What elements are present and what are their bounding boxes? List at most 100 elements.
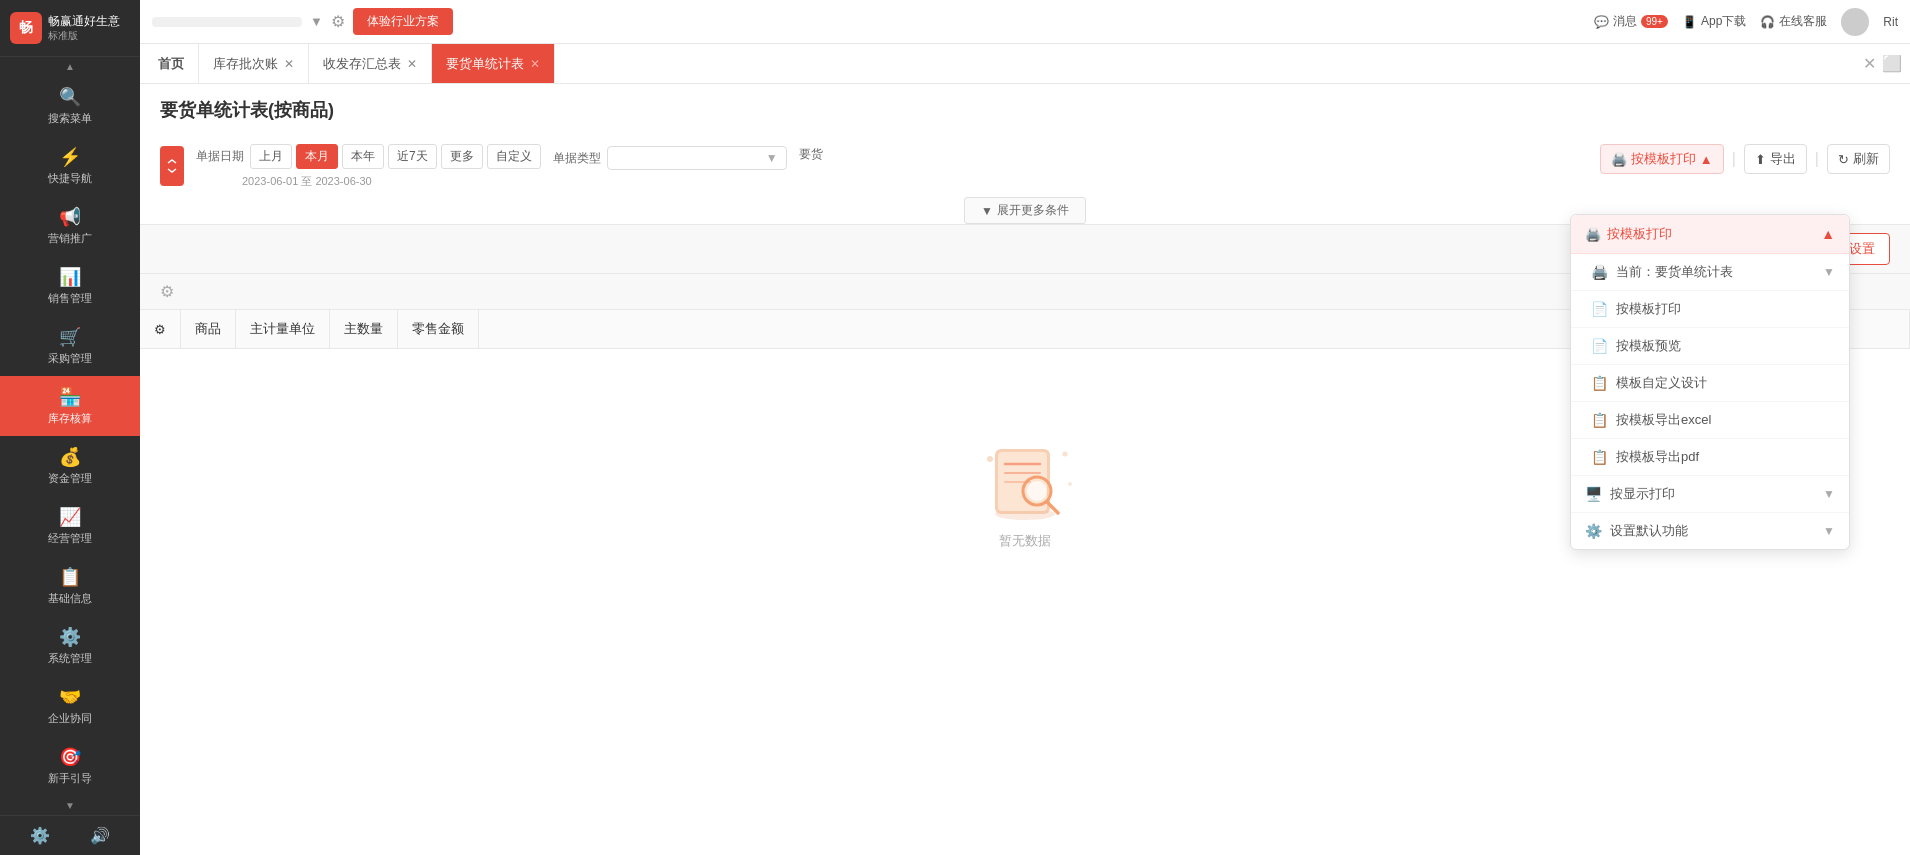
headset-icon: 🎧 xyxy=(1760,15,1775,29)
quicknav-icon: ⚡ xyxy=(59,146,81,168)
print-menu-item-template-custom[interactable]: 📋 模板自定义设计 xyxy=(1571,365,1849,402)
tab-close-window[interactable]: ✕ xyxy=(1863,54,1876,73)
date-this-year[interactable]: 本年 xyxy=(342,144,384,169)
trial-button[interactable]: 体验行业方案 xyxy=(353,8,453,35)
date-label: 单据日期 xyxy=(196,148,244,165)
date-buttons: 上月 本月 本年 近7天 更多 自定义 xyxy=(250,144,541,169)
basic-icon: 📋 xyxy=(59,566,81,588)
sidebar-item-finance[interactable]: 💰 资金管理 xyxy=(0,436,140,496)
sidebar-item-purchase[interactable]: 🛒 采购管理 xyxy=(0,316,140,376)
sidebar-item-marketing[interactable]: 📢 营销推广 xyxy=(0,196,140,256)
print-menu-item-template-print[interactable]: 📄 按模板打印 xyxy=(1571,291,1849,328)
double-arrow-icon xyxy=(166,159,178,173)
print-template-button[interactable]: 🖨️ 按模板打印 ▲ xyxy=(1600,144,1724,174)
print-menu-item-template-preview[interactable]: 📄 按模板预览 xyxy=(1571,328,1849,365)
export-button[interactable]: ⬆ 导出 xyxy=(1744,144,1807,174)
print-dropdown-menu: 🖨️ 按模板打印 ▲ 🖨️ 当前：要货单统计表 ▼ 📄 按模板打印 xyxy=(1570,214,1850,550)
col-settings-header[interactable]: ⚙ xyxy=(140,310,181,349)
print-menu-item-export-pdf[interactable]: 📋 按模板导出pdf xyxy=(1571,439,1849,476)
search-icon: 🔍 xyxy=(59,86,81,108)
print-menu-title: 按模板打印 xyxy=(1607,225,1672,243)
topbar-search-box xyxy=(152,17,302,27)
date-custom[interactable]: 自定义 xyxy=(487,144,541,169)
message-action[interactable]: 💬 消息 99+ xyxy=(1594,13,1668,30)
empty-illustration xyxy=(965,429,1085,532)
date-range-text: 2023-06-01 至 2023-06-30 xyxy=(242,175,372,187)
date-filter-group: 单据日期 上月 本月 本年 近7天 更多 自定义 2023-06-01 至 20… xyxy=(196,144,541,189)
settings-bottom-icon[interactable]: ⚙️ xyxy=(30,826,50,845)
table-settings-icon[interactable]: ⚙ xyxy=(160,282,174,301)
col-unit-header: 主计量单位 xyxy=(236,310,330,349)
sidebar-item-guide[interactable]: 🎯 新手引导 xyxy=(0,736,140,796)
operation-icon: 📈 xyxy=(59,506,81,528)
tab-cashsummary[interactable]: 收发存汇总表 ✕ xyxy=(309,44,432,83)
tab-cashsummary-close[interactable]: ✕ xyxy=(407,57,417,71)
svg-point-9 xyxy=(987,456,993,462)
tab-requisition[interactable]: 要货单统计表 ✕ xyxy=(432,44,555,83)
svg-point-7 xyxy=(1027,481,1047,501)
sidebar-item-basic[interactable]: 📋 基础信息 xyxy=(0,556,140,616)
sidebar-item-search[interactable]: 🔍 搜索菜单 xyxy=(0,76,140,136)
tab-home[interactable]: 首页 xyxy=(144,44,199,83)
message-badge: 99+ xyxy=(1641,15,1668,28)
col-goods-header: 商品 xyxy=(181,310,236,349)
download-icon: 📱 xyxy=(1682,15,1697,29)
template-custom-icon: 📋 xyxy=(1591,375,1608,391)
sidebar-logo: 畅 畅赢通好生意 标准版 xyxy=(0,0,140,57)
date-this-month[interactable]: 本月 xyxy=(296,144,338,169)
print-menu-item-display-print[interactable]: 🖥️ 按显示打印 ▼ xyxy=(1571,476,1849,513)
type-dropdown-arrow: ▼ xyxy=(766,151,778,165)
sidebar-item-quicknav[interactable]: ⚡ 快捷导航 xyxy=(0,136,140,196)
username-label: Rit xyxy=(1883,15,1898,29)
print-menu-item-export-excel[interactable]: 📋 按模板导出excel xyxy=(1571,402,1849,439)
sound-bottom-icon[interactable]: 🔊 xyxy=(90,826,110,845)
set-default-arrow: ▼ xyxy=(1823,524,1835,538)
export-excel-icon: 📋 xyxy=(1591,412,1608,428)
export-icon: ⬆ xyxy=(1755,152,1766,167)
topbar-dropdown-arrow[interactable]: ▼ xyxy=(310,14,323,29)
type-label: 单据类型 xyxy=(553,150,601,167)
tab-batch[interactable]: 库存批次账 ✕ xyxy=(199,44,309,83)
current-arrow-icon: ▼ xyxy=(1823,265,1835,279)
print-dropdown-header[interactable]: 🖨️ 按模板打印 ▲ xyxy=(1571,215,1849,254)
expand-more-button[interactable]: ▼ 展开更多条件 xyxy=(964,197,1086,224)
system-icon: ⚙️ xyxy=(59,626,81,648)
sidebar-bottom: ⚙️ 🔊 xyxy=(0,815,140,855)
requisition-type-group: 要货 xyxy=(799,146,823,163)
sidebar-item-sales[interactable]: 📊 销售管理 xyxy=(0,256,140,316)
date-last-month[interactable]: 上月 xyxy=(250,144,292,169)
expand-filter-button[interactable] xyxy=(160,146,184,186)
separator-2: | xyxy=(1815,150,1819,168)
topbar-gear-icon[interactable]: ⚙ xyxy=(331,12,345,31)
print-menu-item-current[interactable]: 🖨️ 当前：要货单统计表 ▼ xyxy=(1571,254,1849,291)
inventory-icon: 🏪 xyxy=(59,386,81,408)
filter-bar: 单据日期 上月 本月 本年 近7天 更多 自定义 2023-06-01 至 20… xyxy=(140,134,1910,225)
marketing-icon: 📢 xyxy=(59,206,81,228)
column-settings-icon: ⚙ xyxy=(154,322,166,337)
sidebar-scroll-up[interactable]: ▲ xyxy=(0,57,140,76)
tab-maximize-window[interactable]: ⬜ xyxy=(1882,54,1902,73)
date-more[interactable]: 更多 xyxy=(441,144,483,169)
requisition-label: 要货 xyxy=(799,146,823,163)
sales-icon: 📊 xyxy=(59,266,81,288)
refresh-button[interactable]: ↻ 刷新 xyxy=(1827,144,1890,174)
sidebar-scroll-down[interactable]: ▼ xyxy=(0,796,140,815)
online-service-action[interactable]: 🎧 在线客服 xyxy=(1760,13,1827,30)
app-logo-text: 畅赢通好生意 标准版 xyxy=(48,14,120,43)
user-avatar[interactable] xyxy=(1841,8,1869,36)
type-select[interactable]: ▼ xyxy=(607,146,787,170)
app-download-action[interactable]: 📱 App下载 xyxy=(1682,13,1746,30)
sidebar: 畅 畅赢通好生意 标准版 ▲ 🔍 搜索菜单 ⚡ 快捷导航 📢 营销推广 📊 销售… xyxy=(0,0,140,855)
tabbar: 首页 库存批次账 ✕ 收发存汇总表 ✕ 要货单统计表 ✕ ✕ ⬜ xyxy=(140,44,1910,84)
tab-requisition-close[interactable]: ✕ xyxy=(530,57,540,71)
sidebar-item-system[interactable]: ⚙️ 系统管理 xyxy=(0,616,140,676)
print-dropdown-collapse-icon[interactable]: ▲ xyxy=(1821,226,1835,242)
sidebar-item-operation[interactable]: 📈 经营管理 xyxy=(0,496,140,556)
print-dropdown-toggle[interactable]: ▲ xyxy=(1700,152,1713,167)
date-7days[interactable]: 近7天 xyxy=(388,144,437,169)
tab-batch-close[interactable]: ✕ xyxy=(284,57,294,71)
sidebar-item-collab[interactable]: 🤝 企业协同 xyxy=(0,676,140,736)
sidebar-item-inventory[interactable]: 🏪 库存核算 xyxy=(0,376,140,436)
message-icon: 💬 xyxy=(1594,15,1609,29)
print-menu-item-set-default[interactable]: ⚙️ 设置默认功能 ▼ xyxy=(1571,513,1849,549)
